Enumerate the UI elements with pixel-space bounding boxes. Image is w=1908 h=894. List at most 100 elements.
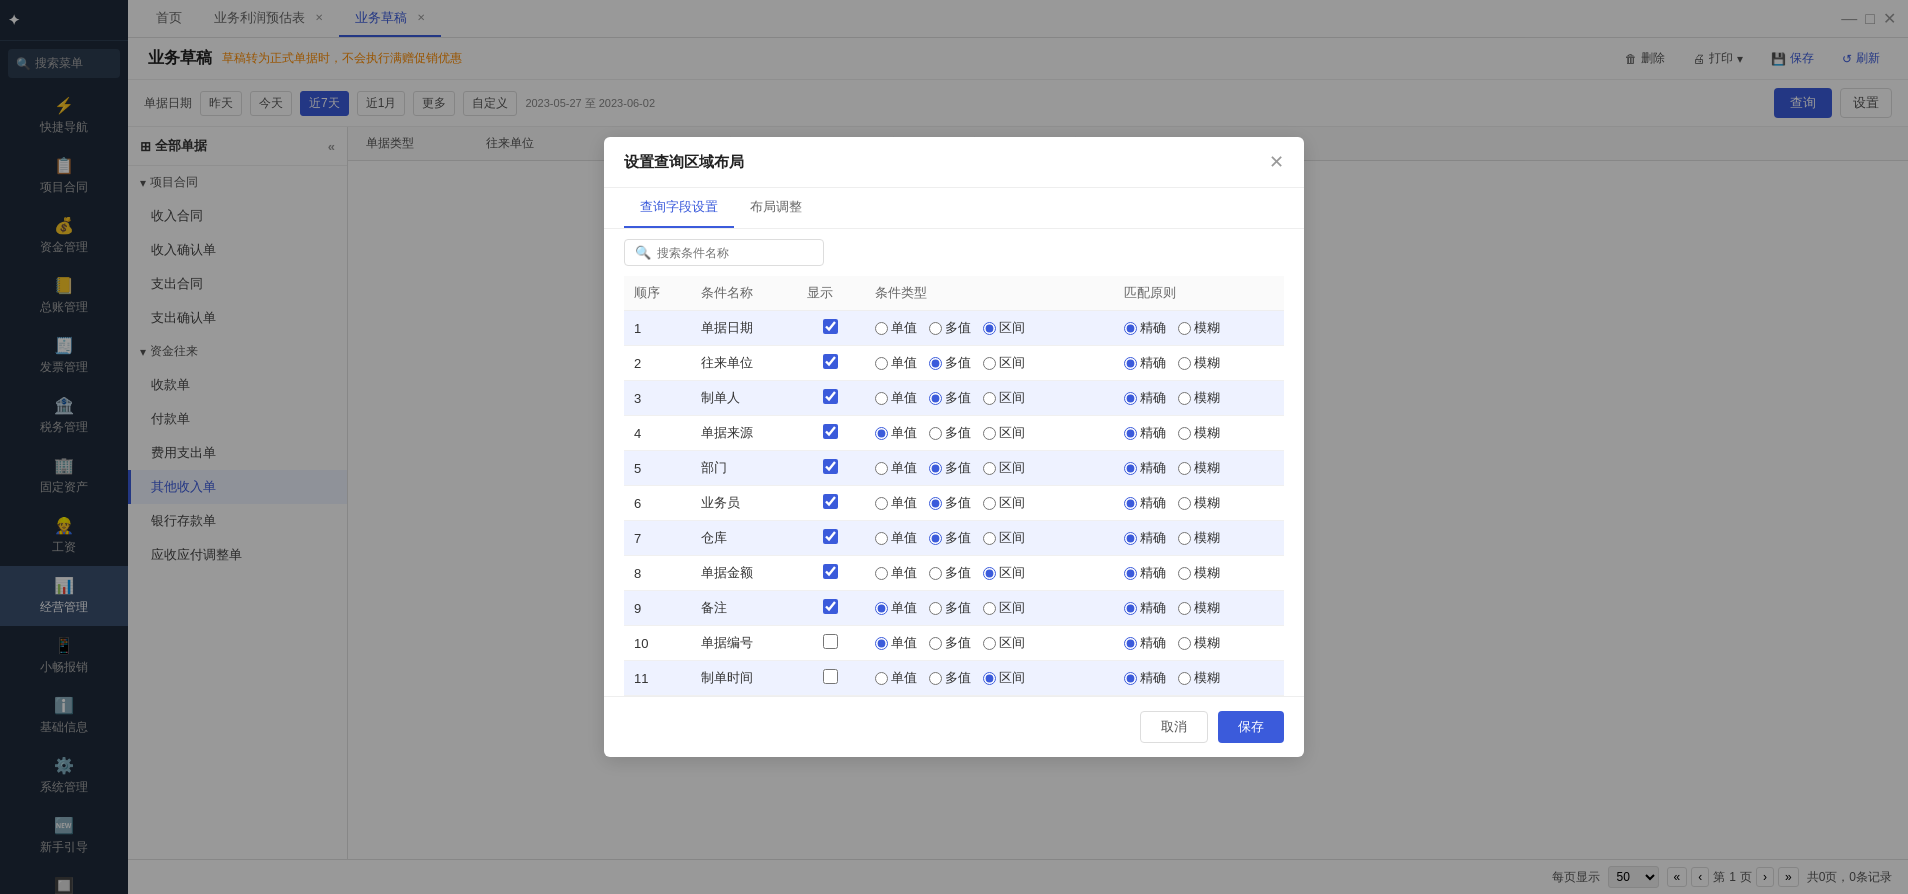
- radio-match-模糊[interactable]: 模糊: [1178, 669, 1220, 687]
- modal-table-row: 1单据日期单值多值区间精确模糊: [624, 311, 1284, 346]
- radio-condition-单值[interactable]: 单值: [875, 634, 917, 652]
- row-show-checkbox[interactable]: [823, 529, 838, 544]
- row-order: 5: [624, 451, 691, 486]
- radio-match-模糊[interactable]: 模糊: [1178, 319, 1220, 337]
- row-show-checkbox[interactable]: [823, 599, 838, 614]
- row-show-cell: [797, 556, 864, 591]
- radio-match-精确[interactable]: 精确: [1124, 319, 1166, 337]
- modal-table-row: 3制单人单值多值区间精确模糊: [624, 381, 1284, 416]
- radio-match-模糊[interactable]: 模糊: [1178, 599, 1220, 617]
- row-show-checkbox[interactable]: [823, 494, 838, 509]
- radio-condition-区间[interactable]: 区间: [983, 494, 1025, 512]
- radio-condition-区间[interactable]: 区间: [983, 424, 1025, 442]
- radio-condition-区间[interactable]: 区间: [983, 634, 1025, 652]
- radio-match-精确[interactable]: 精确: [1124, 424, 1166, 442]
- row-order: 2: [624, 346, 691, 381]
- row-order: 1: [624, 311, 691, 346]
- row-show-checkbox[interactable]: [823, 564, 838, 579]
- radio-condition-单值[interactable]: 单值: [875, 354, 917, 372]
- radio-match-模糊[interactable]: 模糊: [1178, 564, 1220, 582]
- radio-condition-单值[interactable]: 单值: [875, 459, 917, 477]
- modal-search-box: 🔍: [624, 239, 824, 266]
- radio-condition-多值[interactable]: 多值: [929, 424, 971, 442]
- radio-condition-多值[interactable]: 多值: [929, 459, 971, 477]
- radio-match-精确[interactable]: 精确: [1124, 564, 1166, 582]
- radio-condition-多值[interactable]: 多值: [929, 564, 971, 582]
- col-order: 顺序: [624, 276, 691, 311]
- row-show-checkbox[interactable]: [823, 354, 838, 369]
- row-condition-type: 单值多值区间: [865, 381, 1114, 416]
- radio-match-模糊[interactable]: 模糊: [1178, 494, 1220, 512]
- radio-match-模糊[interactable]: 模糊: [1178, 634, 1220, 652]
- radio-match-精确[interactable]: 精确: [1124, 634, 1166, 652]
- radio-condition-多值[interactable]: 多值: [929, 494, 971, 512]
- radio-match-精确[interactable]: 精确: [1124, 599, 1166, 617]
- radio-match-模糊[interactable]: 模糊: [1178, 424, 1220, 442]
- radio-match-模糊[interactable]: 模糊: [1178, 354, 1220, 372]
- col-match-principle: 匹配原则: [1114, 276, 1284, 311]
- row-show-checkbox[interactable]: [823, 669, 838, 684]
- row-order: 11: [624, 661, 691, 696]
- radio-condition-单值[interactable]: 单值: [875, 564, 917, 582]
- row-condition-type: 单值多值区间: [865, 626, 1114, 661]
- row-order: 8: [624, 556, 691, 591]
- row-show-checkbox[interactable]: [823, 389, 838, 404]
- row-condition-name: 制单人: [691, 381, 797, 416]
- row-show-checkbox[interactable]: [823, 319, 838, 334]
- modal-dialog: 设置查询区域布局 ✕ 查询字段设置 布局调整 🔍 顺序 条件名称 显示: [604, 137, 1304, 757]
- radio-match-模糊[interactable]: 模糊: [1178, 529, 1220, 547]
- modal-cancel-button[interactable]: 取消: [1140, 711, 1208, 743]
- radio-match-精确[interactable]: 精确: [1124, 529, 1166, 547]
- row-condition-type: 单值多值区间: [865, 451, 1114, 486]
- radio-condition-区间[interactable]: 区间: [983, 354, 1025, 372]
- row-match-principle: 精确模糊: [1114, 381, 1284, 416]
- row-condition-name: 制单时间: [691, 661, 797, 696]
- radio-condition-区间[interactable]: 区间: [983, 529, 1025, 547]
- radio-match-精确[interactable]: 精确: [1124, 669, 1166, 687]
- radio-condition-区间[interactable]: 区间: [983, 669, 1025, 687]
- row-condition-name: 单据来源: [691, 416, 797, 451]
- radio-condition-单值[interactable]: 单值: [875, 319, 917, 337]
- row-match-principle: 精确模糊: [1114, 556, 1284, 591]
- radio-condition-单值[interactable]: 单值: [875, 389, 917, 407]
- radio-condition-多值[interactable]: 多值: [929, 529, 971, 547]
- modal-table-row: 8单据金额单值多值区间精确模糊: [624, 556, 1284, 591]
- radio-condition-多值[interactable]: 多值: [929, 389, 971, 407]
- radio-condition-多值[interactable]: 多值: [929, 354, 971, 372]
- row-show-checkbox[interactable]: [823, 634, 838, 649]
- row-show-checkbox[interactable]: [823, 459, 838, 474]
- radio-condition-单值[interactable]: 单值: [875, 669, 917, 687]
- radio-match-精确[interactable]: 精确: [1124, 494, 1166, 512]
- row-order: 6: [624, 486, 691, 521]
- radio-match-精确[interactable]: 精确: [1124, 354, 1166, 372]
- radio-condition-单值[interactable]: 单值: [875, 529, 917, 547]
- row-show-cell: [797, 346, 864, 381]
- row-condition-name: 单据编号: [691, 626, 797, 661]
- modal-tab-layout-adjust[interactable]: 布局调整: [734, 188, 818, 228]
- row-show-checkbox[interactable]: [823, 424, 838, 439]
- radio-condition-区间[interactable]: 区间: [983, 389, 1025, 407]
- radio-match-模糊[interactable]: 模糊: [1178, 389, 1220, 407]
- radio-condition-区间[interactable]: 区间: [983, 319, 1025, 337]
- row-match-principle: 精确模糊: [1114, 416, 1284, 451]
- radio-condition-单值[interactable]: 单值: [875, 599, 917, 617]
- modal-search-input[interactable]: [657, 246, 813, 260]
- radio-condition-多值[interactable]: 多值: [929, 634, 971, 652]
- radio-condition-多值[interactable]: 多值: [929, 319, 971, 337]
- radio-match-精确[interactable]: 精确: [1124, 389, 1166, 407]
- radio-match-模糊[interactable]: 模糊: [1178, 459, 1220, 477]
- modal-table-row: 6业务员单值多值区间精确模糊: [624, 486, 1284, 521]
- radio-condition-多值[interactable]: 多值: [929, 599, 971, 617]
- radio-condition-区间[interactable]: 区间: [983, 599, 1025, 617]
- radio-condition-单值[interactable]: 单值: [875, 494, 917, 512]
- modal-save-button[interactable]: 保存: [1218, 711, 1284, 743]
- modal-overlay: 设置查询区域布局 ✕ 查询字段设置 布局调整 🔍 顺序 条件名称 显示: [0, 0, 1908, 894]
- radio-condition-区间[interactable]: 区间: [983, 459, 1025, 477]
- radio-match-精确[interactable]: 精确: [1124, 459, 1166, 477]
- modal-close-button[interactable]: ✕: [1269, 151, 1284, 173]
- row-condition-type: 单值多值区间: [865, 311, 1114, 346]
- radio-condition-单值[interactable]: 单值: [875, 424, 917, 442]
- radio-condition-区间[interactable]: 区间: [983, 564, 1025, 582]
- modal-tab-field-settings[interactable]: 查询字段设置: [624, 188, 734, 228]
- radio-condition-多值[interactable]: 多值: [929, 669, 971, 687]
